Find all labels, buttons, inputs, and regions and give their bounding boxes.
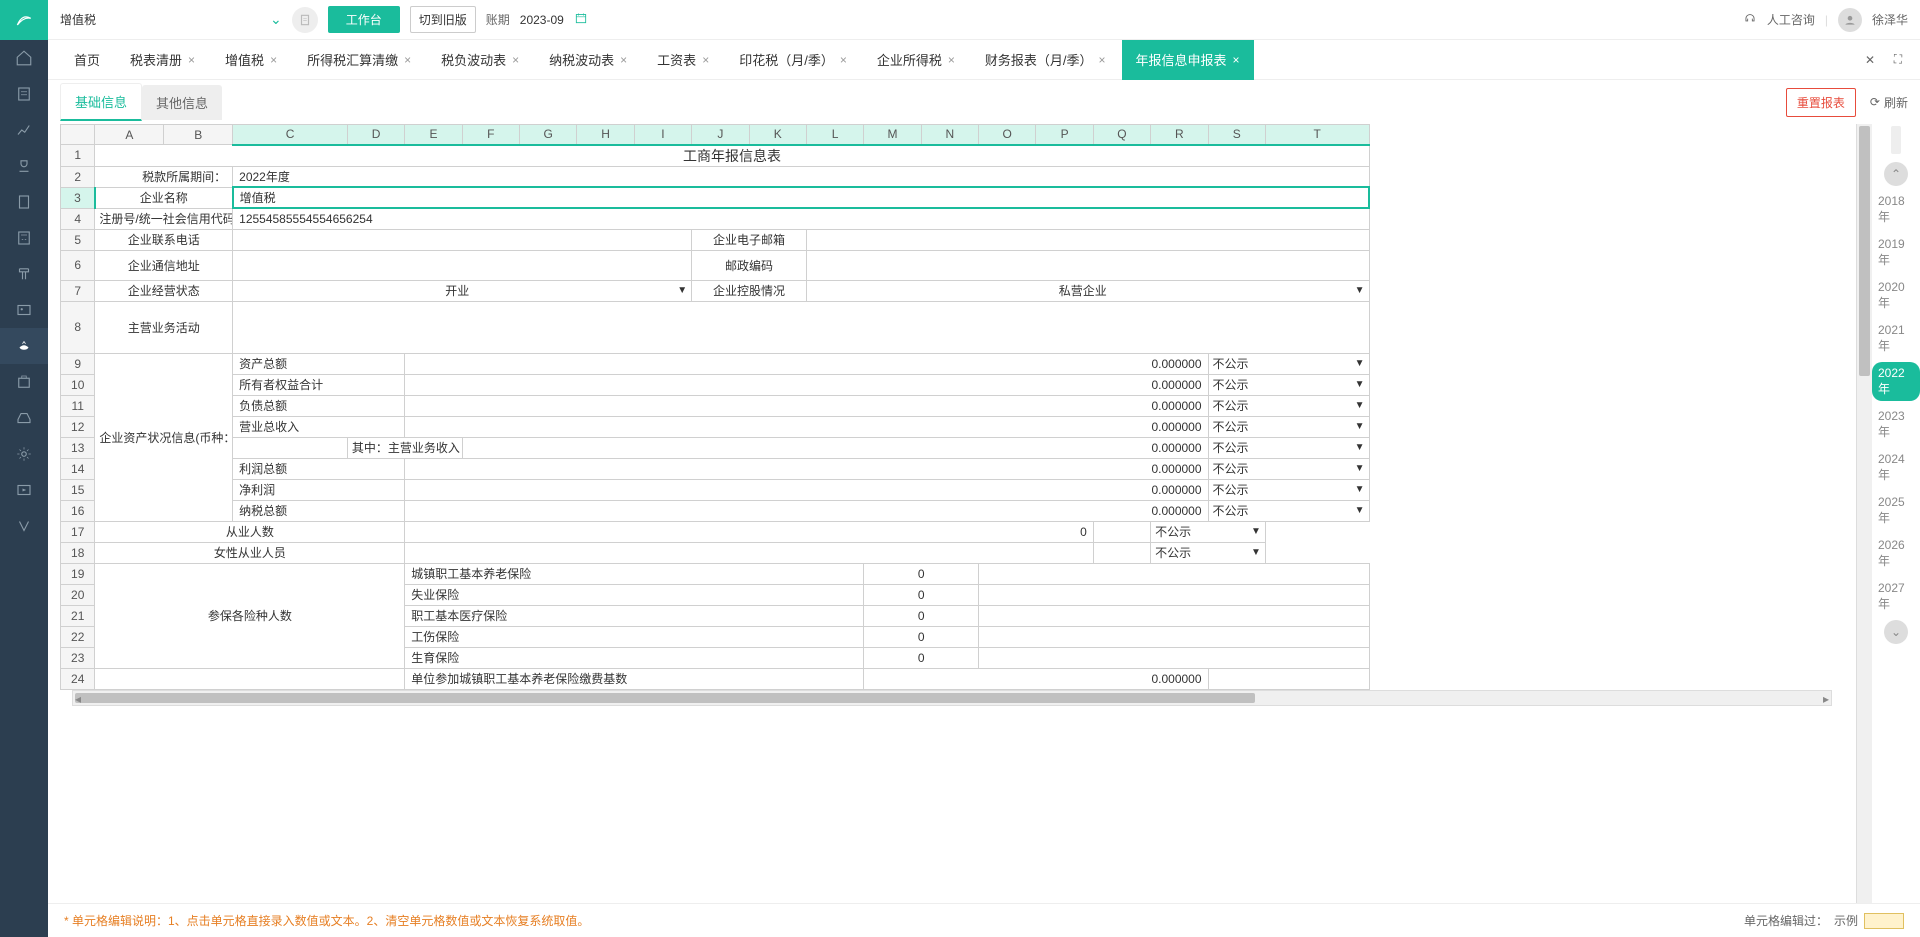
spreadsheet[interactable]: AB CDE FGH IJK LMN OPQ RST 1工商年报信息表 2税款所… bbox=[60, 124, 1370, 690]
column-headers: AB CDE FGH IJK LMN OPQ RST bbox=[61, 125, 1370, 145]
tab-vat[interactable]: 增值税× bbox=[211, 40, 291, 80]
tab-row: 首页 税表清册× 增值税× 所得税汇算清缴× 税负波动表× 纳税波动表× 工资表… bbox=[48, 40, 1920, 80]
chevron-down-icon[interactable]: ⌄ bbox=[270, 11, 282, 28]
nav-archive-icon[interactable] bbox=[0, 364, 48, 400]
tab-burden[interactable]: 税负波动表× bbox=[427, 40, 533, 80]
close-icon[interactable]: × bbox=[1233, 53, 1240, 67]
close-icon[interactable]: × bbox=[702, 53, 709, 67]
pub-dropdown[interactable]: 不公示▼ bbox=[1155, 544, 1261, 561]
close-icon[interactable]: × bbox=[620, 53, 627, 67]
year-2021[interactable]: 2021年 bbox=[1872, 319, 1920, 358]
workspace-button[interactable]: 工作台 bbox=[328, 6, 400, 33]
company-selector[interactable]: 增值税 bbox=[60, 11, 260, 28]
nav-inbox-icon[interactable] bbox=[0, 400, 48, 436]
tab-salary[interactable]: 工资表× bbox=[643, 40, 723, 80]
pub-dropdown[interactable]: 不公示▼ bbox=[1155, 523, 1261, 540]
user-avatar[interactable] bbox=[1838, 8, 1862, 32]
reset-button[interactable]: 重置报表 bbox=[1786, 88, 1856, 117]
tab-payment[interactable]: 纳税波动表× bbox=[535, 40, 641, 80]
period-label: 账期 bbox=[486, 11, 510, 28]
company-name-cell[interactable]: 增值税 bbox=[233, 187, 1369, 208]
nav-v-icon[interactable] bbox=[0, 508, 48, 544]
nav-home-icon[interactable] bbox=[0, 40, 48, 76]
close-icon[interactable]: × bbox=[512, 53, 519, 67]
vertical-scrollbar[interactable] bbox=[1856, 124, 1872, 903]
switch-old-button[interactable]: 切到旧版 bbox=[410, 6, 476, 33]
year-navigator: ⌃ 2018年 2019年 2020年 2021年 2022年 2023年 20… bbox=[1872, 124, 1920, 903]
nav-settings-icon[interactable] bbox=[0, 436, 48, 472]
sheet-title: 工商年报信息表 bbox=[95, 145, 1369, 167]
footer-hint: * 单元格编辑说明：1、点击单元格直接录入数值或文本。2、清空单元格数值或文本恢… bbox=[64, 912, 589, 929]
subtab-row: 基础信息 其他信息 重置报表 ⟳ 刷新 bbox=[48, 80, 1920, 124]
nav-doc-icon[interactable] bbox=[0, 184, 48, 220]
pub-dropdown[interactable]: 不公示▼ bbox=[1213, 397, 1365, 414]
doc-icon-button[interactable] bbox=[292, 7, 318, 33]
close-icon[interactable]: × bbox=[404, 53, 411, 67]
nav-report-icon[interactable] bbox=[0, 76, 48, 112]
tab-stamp[interactable]: 印花税（月/季）× bbox=[725, 40, 861, 80]
nav-video-icon[interactable] bbox=[0, 472, 48, 508]
year-2023[interactable]: 2023年 bbox=[1872, 405, 1920, 444]
app-logo bbox=[0, 0, 48, 40]
tab-fin[interactable]: 财务报表（月/季）× bbox=[971, 40, 1120, 80]
year-2018[interactable]: 2018年 bbox=[1872, 190, 1920, 229]
headset-icon bbox=[1743, 11, 1757, 28]
nav-calc-icon[interactable] bbox=[0, 220, 48, 256]
status-dropdown[interactable]: 开业▼ bbox=[237, 282, 687, 299]
year-2025[interactable]: 2025年 bbox=[1872, 491, 1920, 530]
year-2020[interactable]: 2020年 bbox=[1872, 276, 1920, 315]
support-link[interactable]: 人工咨询 bbox=[1767, 11, 1815, 28]
nav-active-icon[interactable] bbox=[0, 328, 48, 364]
footer: * 单元格编辑说明：1、点击单元格直接录入数值或文本。2、清空单元格数值或文本恢… bbox=[48, 903, 1920, 937]
topbar: 增值税 ⌄ 工作台 切到旧版 账期 2023-09 人工咨询 | 徐泽华 bbox=[48, 0, 1920, 40]
example-label: 示例 bbox=[1834, 912, 1858, 929]
pub-dropdown[interactable]: 不公示▼ bbox=[1213, 376, 1365, 393]
username[interactable]: 徐泽华 bbox=[1872, 11, 1908, 28]
nav-tax-icon[interactable] bbox=[0, 256, 48, 292]
pub-dropdown[interactable]: 不公示▼ bbox=[1213, 355, 1365, 372]
period-value[interactable]: 2023-09 bbox=[520, 13, 564, 27]
refresh-button[interactable]: ⟳ 刷新 bbox=[1870, 94, 1908, 111]
close-icon[interactable]: × bbox=[948, 53, 955, 67]
year-up-icon[interactable]: ⌃ bbox=[1884, 162, 1908, 186]
pub-dropdown[interactable]: 不公示▼ bbox=[1213, 502, 1365, 519]
nav-image-icon[interactable] bbox=[0, 292, 48, 328]
expand-icon[interactable]: ⛶ bbox=[1888, 50, 1908, 70]
close-icon[interactable]: × bbox=[1099, 53, 1106, 67]
holding-dropdown[interactable]: 私营企业▼ bbox=[811, 282, 1365, 299]
close-all-icon[interactable]: ✕ bbox=[1860, 50, 1880, 70]
nav-chart-icon[interactable] bbox=[0, 112, 48, 148]
year-2024[interactable]: 2024年 bbox=[1872, 448, 1920, 487]
collapse-handle[interactable] bbox=[1891, 126, 1901, 154]
close-icon[interactable]: × bbox=[270, 53, 277, 67]
calendar-icon[interactable] bbox=[574, 11, 588, 28]
pub-dropdown[interactable]: 不公示▼ bbox=[1213, 481, 1365, 498]
year-2027[interactable]: 2027年 bbox=[1872, 577, 1920, 616]
edited-label: 单元格编辑过： bbox=[1744, 912, 1828, 929]
subtab-other[interactable]: 其他信息 bbox=[142, 85, 222, 120]
year-2019[interactable]: 2019年 bbox=[1872, 233, 1920, 272]
pub-dropdown[interactable]: 不公示▼ bbox=[1213, 418, 1365, 435]
year-2022[interactable]: 2022年 bbox=[1872, 362, 1920, 401]
nav-money-icon[interactable] bbox=[0, 148, 48, 184]
tab-taxlist[interactable]: 税表清册× bbox=[116, 40, 209, 80]
close-icon[interactable]: × bbox=[840, 53, 847, 67]
pub-dropdown[interactable]: 不公示▼ bbox=[1213, 439, 1365, 456]
year-2026[interactable]: 2026年 bbox=[1872, 534, 1920, 573]
tab-income[interactable]: 所得税汇算清缴× bbox=[293, 40, 425, 80]
company-name: 增值税 bbox=[60, 11, 96, 28]
example-swatch bbox=[1864, 913, 1904, 929]
tab-corp[interactable]: 企业所得税× bbox=[863, 40, 969, 80]
refresh-icon: ⟳ bbox=[1870, 95, 1880, 109]
pub-dropdown[interactable]: 不公示▼ bbox=[1213, 460, 1365, 477]
subtab-basic[interactable]: 基础信息 bbox=[60, 83, 142, 121]
year-down-icon[interactable]: ⌄ bbox=[1884, 620, 1908, 644]
left-sidebar bbox=[0, 0, 48, 937]
close-icon[interactable]: × bbox=[188, 53, 195, 67]
horizontal-scrollbar[interactable]: ◂▸ bbox=[72, 690, 1832, 706]
tab-home[interactable]: 首页 bbox=[60, 40, 114, 80]
tab-annual[interactable]: 年报信息申报表× bbox=[1122, 40, 1254, 80]
